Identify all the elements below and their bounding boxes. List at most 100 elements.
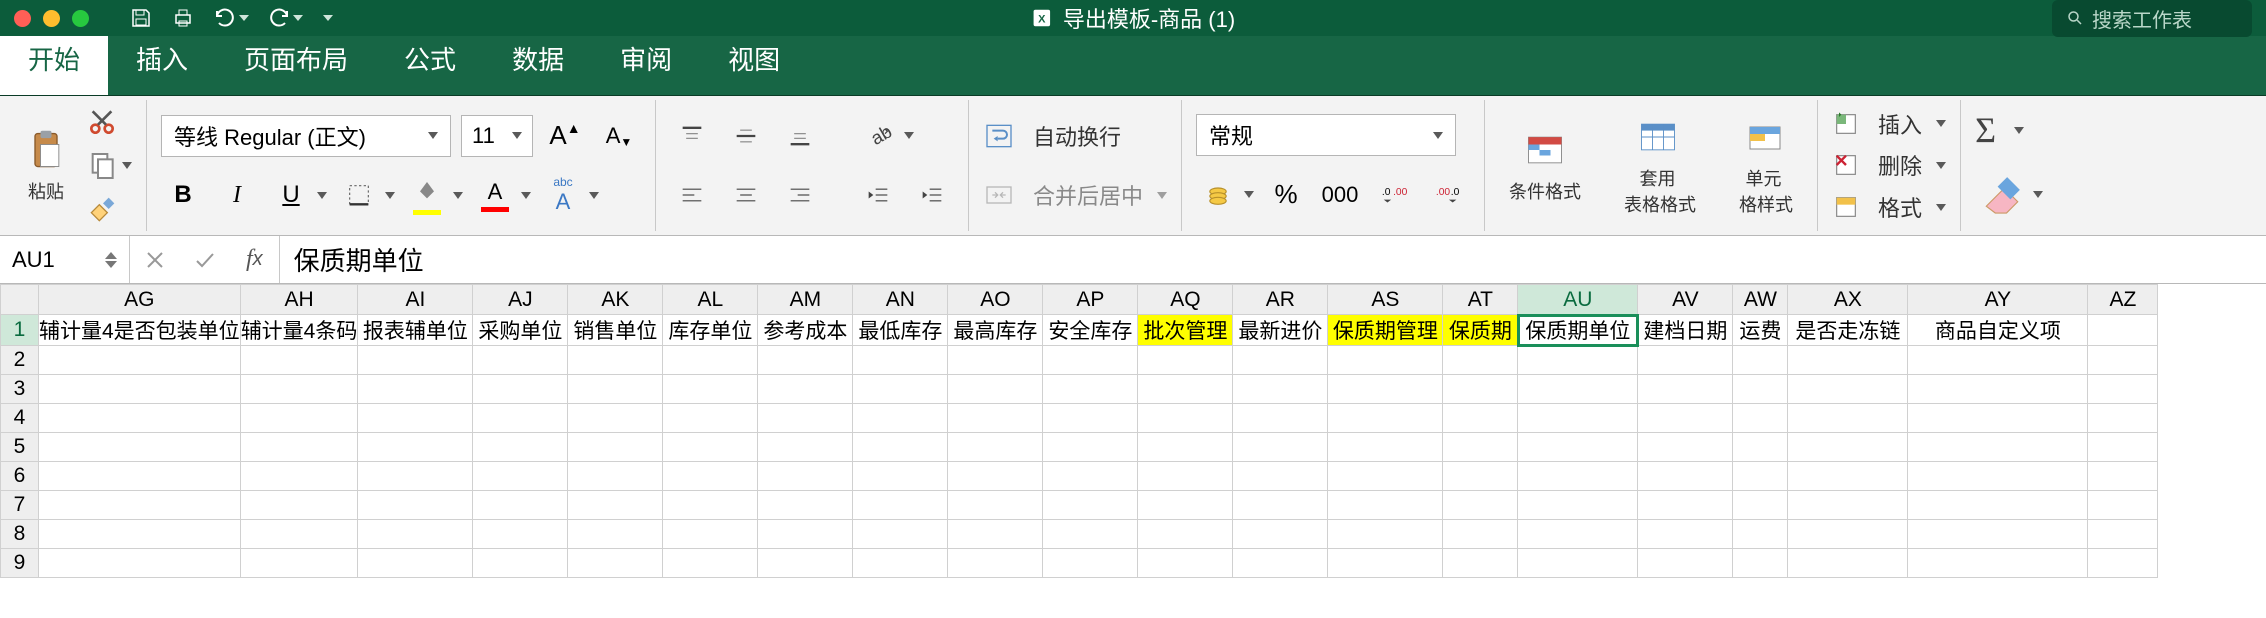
col-header-AR[interactable]: AR xyxy=(1233,285,1328,315)
bold-button[interactable]: B xyxy=(161,173,205,217)
cell-AT2[interactable] xyxy=(1443,346,1518,375)
cell-AH4[interactable] xyxy=(240,404,358,433)
increase-indent-button[interactable] xyxy=(910,173,954,217)
row-header-8[interactable]: 8 xyxy=(1,520,39,549)
cell-AG2[interactable] xyxy=(39,346,241,375)
cell-AO7[interactable] xyxy=(948,491,1043,520)
cell-AQ8[interactable] xyxy=(1138,520,1233,549)
fill-color-button[interactable] xyxy=(405,173,463,217)
cell-AM1[interactable]: 参考成本 xyxy=(758,315,853,346)
tab-页面布局[interactable]: 页面布局 xyxy=(216,26,376,95)
cell-AH5[interactable] xyxy=(240,433,358,462)
cell-AL7[interactable] xyxy=(663,491,758,520)
cell-AO3[interactable] xyxy=(948,375,1043,404)
col-header-AZ[interactable]: AZ xyxy=(2088,285,2158,315)
col-header-AK[interactable]: AK xyxy=(568,285,663,315)
cell-AH2[interactable] xyxy=(240,346,358,375)
italic-button[interactable]: I xyxy=(215,173,259,217)
cell-AN3[interactable] xyxy=(853,375,948,404)
name-box[interactable]: AU1 xyxy=(0,236,130,283)
cell-AI3[interactable] xyxy=(358,375,473,404)
cell-AZ2[interactable] xyxy=(2088,346,2158,375)
decrease-decimal-button[interactable]: .00.0 xyxy=(1426,173,1470,217)
cell-AO4[interactable] xyxy=(948,404,1043,433)
cell-AH7[interactable] xyxy=(240,491,358,520)
cell-AP7[interactable] xyxy=(1043,491,1138,520)
cell-AS2[interactable] xyxy=(1328,346,1443,375)
cell-AV6[interactable] xyxy=(1638,462,1733,491)
cell-AO1[interactable]: 最高库存 xyxy=(948,315,1043,346)
cell-AX5[interactable] xyxy=(1788,433,1908,462)
cell-AG9[interactable] xyxy=(39,549,241,578)
cell-AK9[interactable] xyxy=(568,549,663,578)
cell-AN7[interactable] xyxy=(853,491,948,520)
cell-AT3[interactable] xyxy=(1443,375,1518,404)
cell-AR9[interactable] xyxy=(1233,549,1328,578)
align-right-button[interactable] xyxy=(778,173,822,217)
cell-AM6[interactable] xyxy=(758,462,853,491)
cell-AN4[interactable] xyxy=(853,404,948,433)
cell-AQ5[interactable] xyxy=(1138,433,1233,462)
cell-AW1[interactable]: 运费 xyxy=(1733,315,1788,346)
col-header-AP[interactable]: AP xyxy=(1043,285,1138,315)
cell-AK8[interactable] xyxy=(568,520,663,549)
cell-AN1[interactable]: 最低库存 xyxy=(853,315,948,346)
cell-AJ7[interactable] xyxy=(473,491,568,520)
cell-AR7[interactable] xyxy=(1233,491,1328,520)
col-header-AJ[interactable]: AJ xyxy=(473,285,568,315)
col-header-AG[interactable]: AG xyxy=(39,285,241,315)
cell-AR4[interactable] xyxy=(1233,404,1328,433)
cell-AI9[interactable] xyxy=(358,549,473,578)
enter-formula-button[interactable] xyxy=(180,248,230,272)
cell-AP3[interactable] xyxy=(1043,375,1138,404)
cell-AO2[interactable] xyxy=(948,346,1043,375)
number-format-combo[interactable]: 常规 xyxy=(1196,114,1456,156)
cell-AL9[interactable] xyxy=(663,549,758,578)
col-header-AN[interactable]: AN xyxy=(853,285,948,315)
cell-AZ4[interactable] xyxy=(2088,404,2158,433)
copy-button[interactable] xyxy=(86,150,132,182)
tab-插入[interactable]: 插入 xyxy=(108,26,216,95)
insert-cells-button[interactable]: 插入 xyxy=(1832,108,1946,140)
cell-AG3[interactable] xyxy=(39,375,241,404)
percent-button[interactable]: % xyxy=(1264,173,1308,217)
row-header-5[interactable]: 5 xyxy=(1,433,39,462)
close-window-button[interactable] xyxy=(14,10,31,27)
cell-AI4[interactable] xyxy=(358,404,473,433)
cell-AS1[interactable]: 保质期管理 xyxy=(1328,315,1443,346)
cell-AW8[interactable] xyxy=(1733,520,1788,549)
cell-AT8[interactable] xyxy=(1443,520,1518,549)
col-header-AM[interactable]: AM xyxy=(758,285,853,315)
cell-AW4[interactable] xyxy=(1733,404,1788,433)
cell-AV8[interactable] xyxy=(1638,520,1733,549)
cell-AX2[interactable] xyxy=(1788,346,1908,375)
tab-开始[interactable]: 开始 xyxy=(0,26,108,95)
align-bottom-button[interactable] xyxy=(778,114,822,158)
cell-AV3[interactable] xyxy=(1638,375,1733,404)
align-middle-button[interactable] xyxy=(724,114,768,158)
phonetic-button[interactable]: abcA xyxy=(541,173,599,217)
align-center-button[interactable] xyxy=(724,173,768,217)
cell-AR6[interactable] xyxy=(1233,462,1328,491)
font-color-button[interactable]: A xyxy=(473,173,531,217)
cancel-formula-button[interactable] xyxy=(130,248,180,272)
cell-AM9[interactable] xyxy=(758,549,853,578)
cell-AZ5[interactable] xyxy=(2088,433,2158,462)
qat-save-button[interactable] xyxy=(129,6,153,30)
cell-AU6[interactable] xyxy=(1518,462,1638,491)
cell-AH3[interactable] xyxy=(240,375,358,404)
cell-AS7[interactable] xyxy=(1328,491,1443,520)
col-header-AU[interactable]: AU xyxy=(1518,285,1638,315)
cell-AQ2[interactable] xyxy=(1138,346,1233,375)
cell-AU9[interactable] xyxy=(1518,549,1638,578)
cell-AU8[interactable] xyxy=(1518,520,1638,549)
search-sheet-box[interactable]: 搜索工作表 xyxy=(2052,0,2252,37)
cell-AI2[interactable] xyxy=(358,346,473,375)
cell-AX4[interactable] xyxy=(1788,404,1908,433)
col-header-AI[interactable]: AI xyxy=(358,285,473,315)
align-left-button[interactable] xyxy=(670,173,714,217)
cell-AM7[interactable] xyxy=(758,491,853,520)
cell-AX9[interactable] xyxy=(1788,549,1908,578)
cell-AT4[interactable] xyxy=(1443,404,1518,433)
cell-AI7[interactable] xyxy=(358,491,473,520)
